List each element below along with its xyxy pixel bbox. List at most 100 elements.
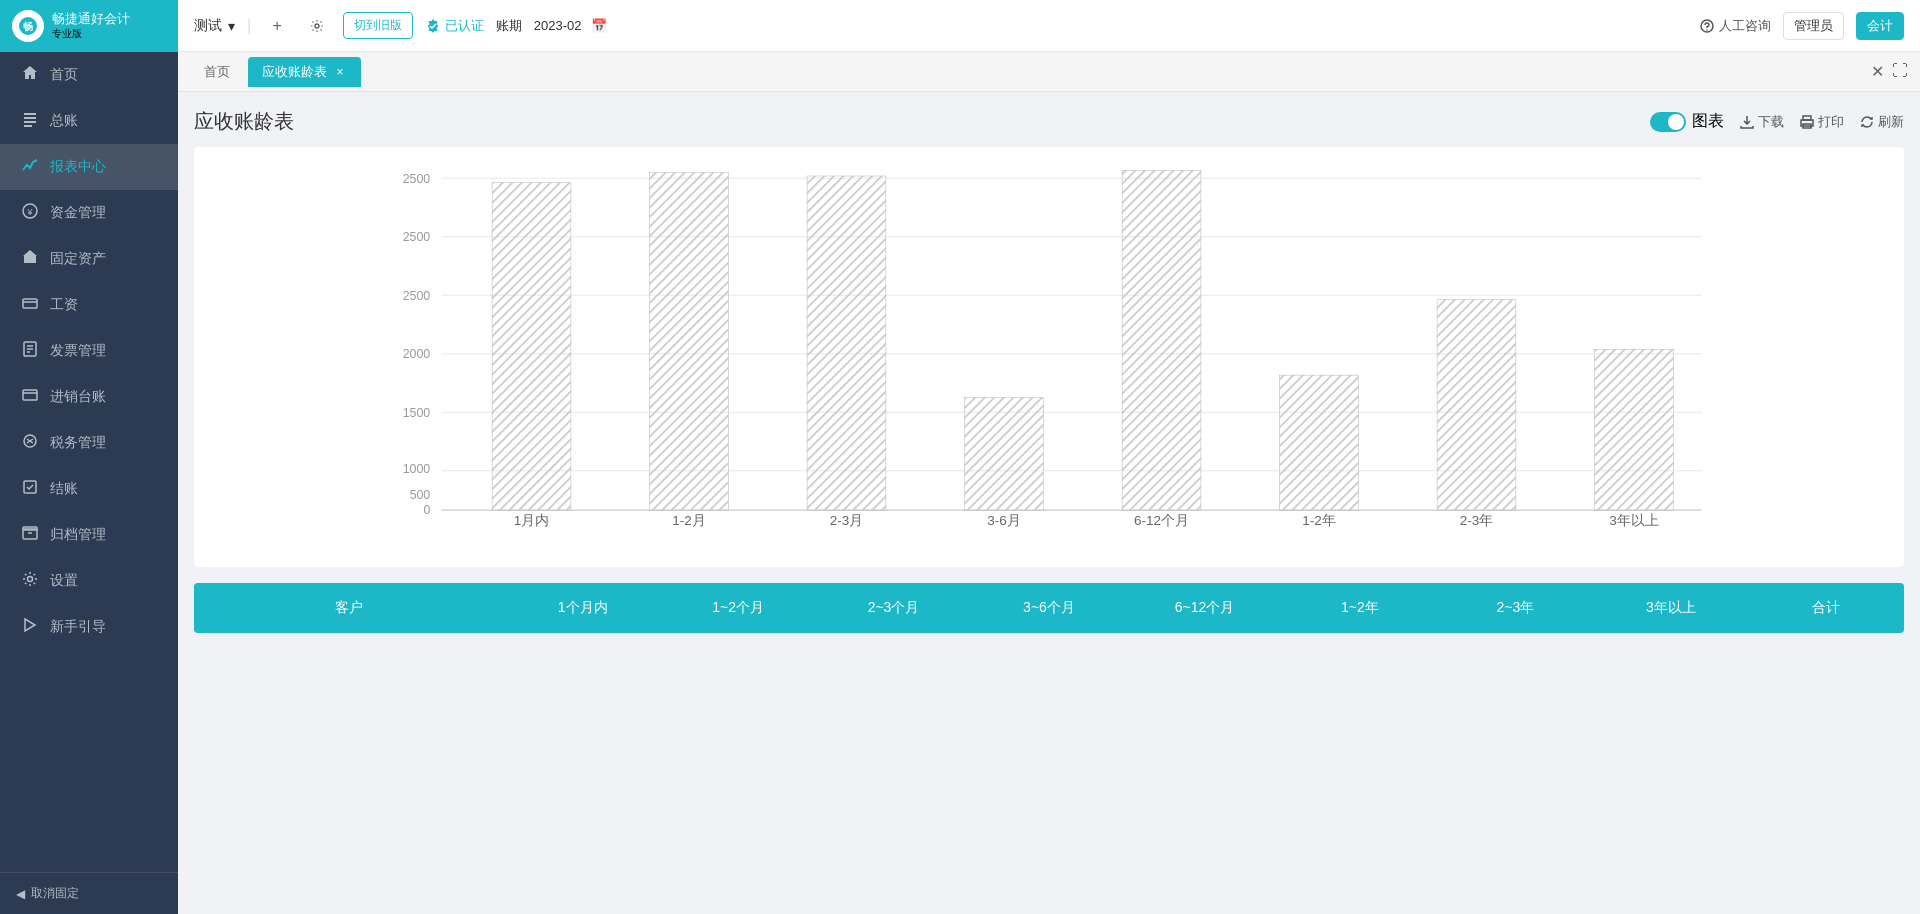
sidebar-item-archive[interactable]: 归档管理 — [0, 512, 178, 558]
bar-2-3-year — [1437, 300, 1516, 510]
bar-1-month — [492, 183, 571, 510]
col-header-1month: 1个月内 — [505, 583, 660, 633]
home-icon — [20, 65, 40, 85]
col-header-total: 合计 — [1749, 583, 1904, 633]
svg-text:3-6月: 3-6月 — [987, 513, 1021, 527]
add-button[interactable]: + — [263, 12, 291, 40]
svg-rect-16 — [23, 390, 37, 400]
sidebar-item-reports[interactable]: 报表中心 — [0, 144, 178, 190]
verified-badge: 已认证 — [425, 17, 484, 35]
col-header-customer: 客户 — [194, 583, 505, 633]
sidebar-item-ledger[interactable]: 总账 — [0, 98, 178, 144]
svg-rect-5 — [24, 125, 32, 127]
calendar-icon: 📅 — [591, 18, 607, 33]
refresh-btn[interactable]: 刷新 — [1860, 113, 1904, 131]
svg-text:2500: 2500 — [403, 289, 431, 303]
col-header-3-6month: 3~6个月 — [971, 583, 1126, 633]
archive-icon — [20, 525, 40, 545]
sidebar-item-home[interactable]: 首页 — [0, 52, 178, 98]
service-btn[interactable]: 人工咨询 — [1699, 17, 1771, 35]
close-tab-icon[interactable]: ✕ — [1871, 62, 1884, 81]
cancel-fixed-btn[interactable]: ◀ 取消固定 — [0, 872, 178, 914]
svg-text:畅: 畅 — [23, 21, 33, 32]
admin-btn[interactable]: 管理员 — [1783, 12, 1844, 40]
chart-toggle-label: 图表 — [1692, 111, 1724, 132]
chart-toggle[interactable] — [1650, 112, 1686, 132]
sidebar-item-sales[interactable]: 进销台账 — [0, 374, 178, 420]
svg-point-29 — [1706, 29, 1708, 31]
sidebar-item-payroll[interactable]: 工资 — [0, 282, 178, 328]
sidebar-item-invoice[interactable]: 发票管理 — [0, 328, 178, 374]
ledger-icon — [20, 111, 40, 131]
svg-point-27 — [315, 24, 319, 28]
svg-text:1500: 1500 — [403, 406, 431, 420]
chart-inner: 2500 2500 2500 2000 1500 1000 500 0 — [214, 167, 1884, 527]
svg-text:1-2月: 1-2月 — [672, 513, 706, 527]
sidebar-item-guide[interactable]: 新手引导 — [0, 604, 178, 650]
sales-icon — [20, 387, 40, 407]
accountant-btn[interactable]: 会计 — [1856, 12, 1904, 40]
logo-text: 畅捷通好会计 专业版 — [52, 11, 130, 41]
sidebar-item-close[interactable]: 结账 — [0, 466, 178, 512]
sidebar-item-tax[interactable]: 税务管理 — [0, 420, 178, 466]
bar-3-6-month — [965, 398, 1044, 511]
topbar: 测试 ▾ | + 切到旧版 已认证 账期 2023-02 📅 人工咨询 管理员 — [178, 0, 1920, 52]
col-header-1-2month: 1~2个月 — [660, 583, 815, 633]
col-header-6-12month: 6~12个月 — [1127, 583, 1282, 633]
svg-text:500: 500 — [410, 488, 431, 502]
download-btn[interactable]: 下载 — [1740, 113, 1784, 131]
bar-chart: 2500 2500 2500 2000 1500 1000 500 0 — [214, 167, 1884, 527]
pin-icon: ◀ — [16, 887, 25, 901]
content-area: 应收账龄表 图表 下载 打印 — [178, 92, 1920, 914]
col-header-3plus-year: 3年以上 — [1593, 583, 1748, 633]
svg-marker-26 — [25, 619, 35, 631]
sidebar-item-settings[interactable]: 设置 — [0, 558, 178, 604]
tabs-bar: 首页 应收账龄表 × ✕ ⛶ — [178, 52, 1920, 92]
switch-old-version-btn[interactable]: 切到旧版 — [343, 12, 413, 39]
sidebar: 畅 畅捷通好会计 专业版 首页 总账 报表中心 ¥ — [0, 0, 178, 914]
svg-rect-10 — [23, 299, 37, 308]
chart-toggle-wrap: 图表 — [1650, 111, 1724, 132]
settings-button[interactable] — [303, 12, 331, 40]
svg-point-25 — [28, 577, 33, 582]
svg-text:1月内: 1月内 — [514, 513, 550, 527]
period-display: 账期 2023-02 📅 — [496, 17, 607, 35]
report-actions: 图表 下载 打印 刷新 — [1650, 111, 1904, 132]
report-header: 应收账龄表 图表 下载 打印 — [194, 108, 1904, 135]
sidebar-nav: 首页 总账 报表中心 ¥ 资金管理 固定资产 — [0, 52, 178, 872]
table-header: 客户 1个月内 1~2个月 2~3个月 3~6个月 6~12个月 1~2年 2~… — [194, 583, 1904, 633]
settings-icon — [20, 571, 40, 591]
page-content: 应收账龄表 图表 下载 打印 — [178, 92, 1920, 914]
funds-icon: ¥ — [20, 203, 40, 223]
svg-text:6-12个月: 6-12个月 — [1134, 513, 1189, 527]
col-header-2-3month: 2~3个月 — [816, 583, 971, 633]
svg-rect-3 — [24, 117, 36, 119]
svg-text:2-3月: 2-3月 — [830, 513, 864, 527]
bar-1-2-year — [1280, 375, 1359, 510]
reports-icon — [20, 157, 40, 177]
report-title: 应收账龄表 — [194, 108, 294, 135]
svg-rect-2 — [24, 113, 36, 115]
project-selector[interactable]: 测试 ▾ — [194, 17, 235, 35]
sidebar-item-funds[interactable]: ¥ 资金管理 — [0, 190, 178, 236]
col-header-1-2year: 1~2年 — [1282, 583, 1437, 633]
svg-text:¥: ¥ — [26, 207, 33, 217]
svg-rect-8 — [24, 256, 36, 263]
sidebar-item-assets[interactable]: 固定资产 — [0, 236, 178, 282]
tax-icon — [20, 433, 40, 453]
tab-accounts-aging[interactable]: 应收账龄表 × — [248, 57, 361, 87]
tab-home[interactable]: 首页 — [190, 57, 244, 87]
svg-marker-9 — [23, 250, 37, 256]
col-header-2-3year: 2~3年 — [1438, 583, 1593, 633]
bar-1-2-month — [650, 173, 729, 511]
print-btn[interactable]: 打印 — [1800, 113, 1844, 131]
fullscreen-icon[interactable]: ⛶ — [1892, 62, 1908, 81]
svg-text:2500: 2500 — [403, 172, 431, 186]
close-books-icon — [20, 479, 40, 499]
bar-2-3-month — [807, 176, 886, 510]
guide-icon — [20, 617, 40, 637]
invoice-icon — [20, 341, 40, 361]
tab-close-btn[interactable]: × — [333, 65, 347, 79]
payroll-icon — [20, 295, 40, 315]
svg-text:0: 0 — [423, 503, 430, 517]
